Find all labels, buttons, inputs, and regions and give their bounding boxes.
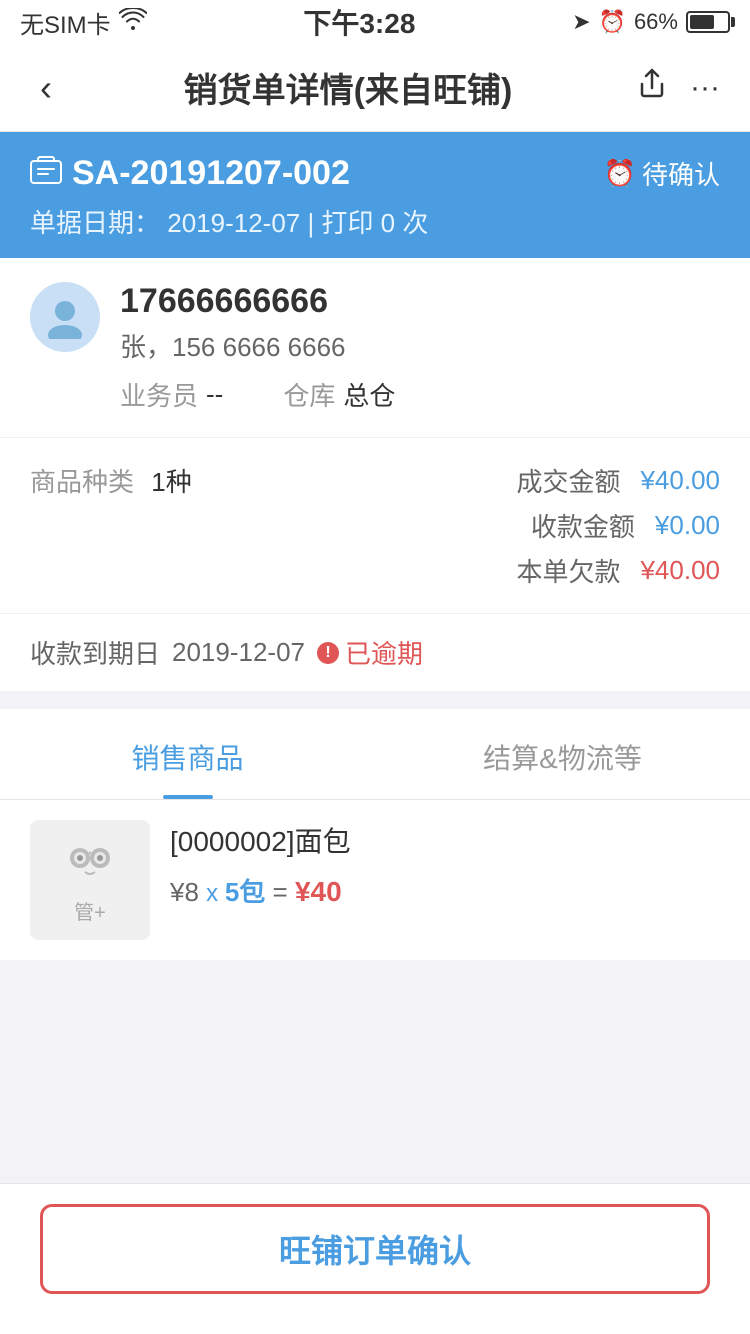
product-type: 商品种类 1种: [30, 462, 192, 499]
receive-amount-label: 收款金额: [531, 507, 635, 544]
battery-icon: [686, 11, 730, 33]
nav-actions: ···: [634, 66, 720, 110]
alarm-icon: ⏰: [599, 9, 626, 35]
overdue-dot-icon: !: [317, 642, 339, 664]
bottom-bar: 旺铺订单确认: [0, 1183, 750, 1334]
product-card: 管+ [0000002]面包 ¥8 x 5包 = ¥40: [0, 800, 750, 960]
location-icon: ➤: [572, 9, 590, 35]
due-date-section: 收款到期日 2019-12-07 ! 已逾期: [0, 613, 750, 691]
battery-label: 66%: [634, 9, 678, 35]
tabs-bar: 销售商品 结算&物流等: [0, 709, 750, 800]
product-type-label: 商品种类: [30, 467, 134, 497]
more-button[interactable]: ···: [690, 71, 720, 105]
confirm-order-button[interactable]: 旺铺订单确认: [40, 1204, 710, 1294]
equals-sign: =: [273, 877, 295, 907]
nav-bar: ‹ 销货单详情(来自旺铺) ···: [0, 44, 750, 132]
sales-label: 业务员: [120, 376, 198, 413]
order-status: ⏰ 待确认: [604, 155, 720, 192]
price-unit: ¥8: [170, 877, 199, 907]
warehouse-value: 总仓: [343, 376, 395, 413]
order-number: SA-20191207-002: [30, 154, 350, 193]
thumb-logo: [55, 836, 125, 896]
owed-amount-row: 本单欠款 ¥40.00: [516, 552, 720, 589]
customer-card: 17666666666 张，156 6666 6666 业务员 -- 仓库 总仓…: [0, 258, 750, 691]
order-header-top: SA-20191207-002 ⏰ 待确认: [30, 154, 720, 193]
thumb-sub-label: 管+: [74, 896, 106, 925]
product-qty: 5包: [225, 877, 265, 907]
share-button[interactable]: [634, 66, 670, 110]
due-date-value: 2019-12-07: [172, 637, 305, 668]
sales-info: 业务员 --: [120, 376, 223, 413]
order-icon: [30, 154, 62, 193]
status-clock-icon: ⏰: [604, 158, 636, 189]
customer-meta: 业务员 -- 仓库 总仓: [120, 376, 720, 413]
tab-settlement[interactable]: 结算&物流等: [375, 709, 750, 799]
status-left: 无SIM卡: [20, 5, 147, 40]
amounts-section: 商品种类 1种 成交金额 ¥40.00 收款金额 ¥0.00 本单欠款 ¥40.…: [0, 437, 750, 613]
customer-section: 17666666666 张，156 6666 6666 业务员 -- 仓库 总仓: [0, 258, 750, 437]
product-info: [0000002]面包 ¥8 x 5包 = ¥40: [170, 820, 720, 909]
avatar: [30, 282, 100, 352]
page-title: 销货单详情(来自旺铺): [184, 63, 513, 112]
status-right: ➤ ⏰ 66%: [572, 9, 730, 35]
product-total: ¥40: [295, 876, 342, 907]
amount-totals: 成交金额 ¥40.00 收款金额 ¥0.00 本单欠款 ¥40.00: [516, 462, 720, 589]
deal-amount-value: ¥40.00: [640, 465, 720, 496]
order-date: 单据日期： 2019-12-07 | 打印 0 次: [30, 203, 720, 240]
time-display: 下午3:28: [303, 2, 415, 42]
customer-name: 张，156 6666 6666: [120, 327, 720, 364]
deal-amount-row: 成交金额 ¥40.00: [516, 462, 720, 499]
carrier-label: 无SIM卡: [20, 5, 111, 40]
product-type-value: 1种: [151, 467, 191, 497]
tab-sales-products[interactable]: 销售商品: [0, 709, 375, 799]
sales-value: --: [206, 379, 223, 410]
deal-amount-label: 成交金额: [516, 462, 620, 499]
order-header: SA-20191207-002 ⏰ 待确认 单据日期： 2019-12-07 |…: [0, 132, 750, 258]
wifi-icon: [119, 8, 147, 37]
customer-info: 17666666666 张，156 6666 6666 业务员 -- 仓库 总仓: [120, 282, 720, 413]
due-date-label: 收款到期日: [30, 634, 160, 671]
owed-amount-label: 本单欠款: [516, 552, 620, 589]
overdue-text: 已逾期: [345, 634, 423, 671]
overdue-badge: ! 已逾期: [317, 634, 423, 671]
customer-phone: 17666666666: [120, 282, 720, 321]
bottom-spacer: [0, 978, 750, 1178]
multiply-icon: x: [206, 880, 225, 907]
warehouse-info: 仓库 总仓: [283, 376, 395, 413]
warehouse-label: 仓库: [283, 376, 335, 413]
product-price: ¥8 x 5包 = ¥40: [170, 872, 720, 909]
status-bar: 无SIM卡 下午3:28 ➤ ⏰ 66%: [0, 0, 750, 44]
product-item: 管+ [0000002]面包 ¥8 x 5包 = ¥40: [0, 800, 750, 960]
receive-amount-value: ¥0.00: [655, 510, 720, 541]
owed-amount-value: ¥40.00: [640, 555, 720, 586]
back-button[interactable]: ‹: [30, 57, 62, 119]
product-thumbnail: 管+: [30, 820, 150, 940]
product-name: [0000002]面包: [170, 820, 720, 860]
receive-amount-row: 收款金额 ¥0.00: [531, 507, 720, 544]
